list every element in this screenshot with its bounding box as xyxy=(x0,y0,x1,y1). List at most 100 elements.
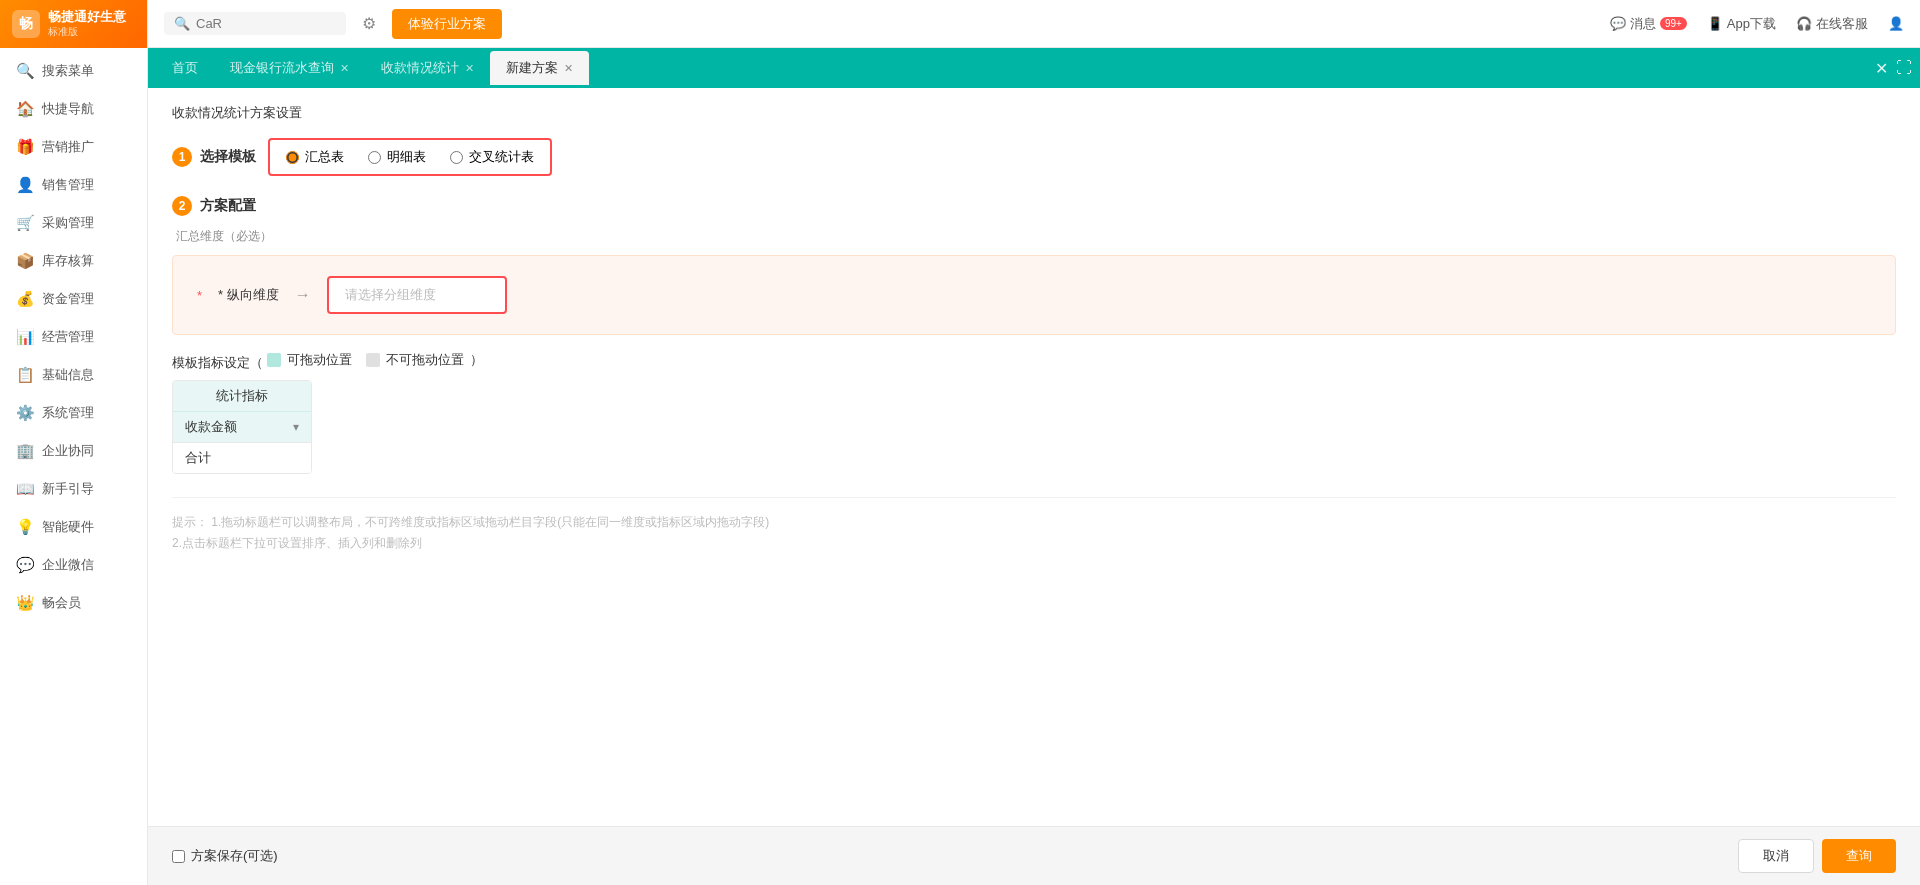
step2-number: 2 xyxy=(172,196,192,216)
template-cross-radio[interactable] xyxy=(450,151,463,164)
dimension-placeholder: 请选择分组维度 xyxy=(345,287,436,302)
dimension-row: * * 纵向维度 → 请选择分组维度 xyxy=(197,276,1871,314)
corp-collab-icon: 🏢 xyxy=(16,442,34,460)
sidebar-item-corp-collab[interactable]: 🏢 企业协同 xyxy=(0,432,147,470)
template-detail-label: 明细表 xyxy=(387,148,426,166)
basic-info-label: 基础信息 xyxy=(42,366,94,384)
user-icon: 👤 xyxy=(1888,16,1904,31)
tip-1: 提示： 1.拖动标题栏可以调整布局，不可跨维度或指标区域拖动栏目字段(只能在同一… xyxy=(172,514,1896,531)
user-avatar[interactable]: 👤 xyxy=(1888,16,1904,31)
settings-icon[interactable]: ⚙ xyxy=(362,14,376,33)
tab-bank-flow-label: 现金银行流水查询 xyxy=(230,59,334,77)
search-menu-icon: 🔍 xyxy=(16,62,34,80)
template-summary-radio[interactable] xyxy=(286,151,299,164)
step2-title: 方案配置 xyxy=(200,197,256,215)
sidebar-item-member[interactable]: 👑 畅会员 xyxy=(0,584,147,622)
expand-window-icon[interactable]: ⛶ xyxy=(1896,59,1912,78)
tab-payment-stats-label: 收款情况统计 xyxy=(381,59,459,77)
quick-nav-label: 快捷导航 xyxy=(42,100,94,118)
tab-home-label: 首页 xyxy=(172,59,198,77)
search-input[interactable] xyxy=(196,16,336,31)
marketing-label: 营销推广 xyxy=(42,138,94,156)
sidebar-item-inventory[interactable]: 📦 库存核算 xyxy=(0,242,147,280)
cancel-button[interactable]: 取消 xyxy=(1738,839,1814,873)
dimension-selector[interactable]: 请选择分组维度 xyxy=(327,276,507,314)
capital-icon: 💰 xyxy=(16,290,34,308)
tab-new-plan[interactable]: 新建方案 ✕ xyxy=(490,51,589,85)
tab-new-plan-label: 新建方案 xyxy=(506,59,558,77)
step2-header: 2 方案配置 xyxy=(172,196,1896,216)
search-menu-label: 搜索菜单 xyxy=(42,62,94,80)
sidebar-item-purchase[interactable]: 🛒 采购管理 xyxy=(0,204,147,242)
corp-collab-label: 企业协同 xyxy=(42,442,94,460)
sidebar-item-smart-hardware[interactable]: 💡 智能硬件 xyxy=(0,508,147,546)
tab-home[interactable]: 首页 xyxy=(156,51,214,85)
topbar-right: 💬 消息 99+ 📱 App下载 🎧 在线客服 👤 xyxy=(1610,15,1904,33)
purchase-icon: 🛒 xyxy=(16,214,34,232)
sidebar-item-operation[interactable]: 📊 经营管理 xyxy=(0,318,147,356)
indicator-table-header: 统计指标 xyxy=(173,381,311,412)
inventory-icon: 📦 xyxy=(16,252,34,270)
newbie-label: 新手引导 xyxy=(42,480,94,498)
logo-badge: 标准版 xyxy=(48,25,126,39)
tab-payment-stats[interactable]: 收款情况统计 ✕ xyxy=(365,51,490,85)
step1-title: 选择模板 xyxy=(200,148,256,166)
save-plan-check-input[interactable] xyxy=(172,850,185,863)
template-detail-radio[interactable] xyxy=(368,151,381,164)
required-marker: * xyxy=(197,288,202,303)
sidebar-item-quick-nav[interactable]: 🏠 快捷导航 xyxy=(0,90,147,128)
tab-bank-flow-close[interactable]: ✕ xyxy=(340,62,349,75)
template-summary-label: 汇总表 xyxy=(305,148,344,166)
tab-bank-flow[interactable]: 现金银行流水查询 ✕ xyxy=(214,51,365,85)
template-cross[interactable]: 交叉统计表 xyxy=(450,148,534,166)
template-detail[interactable]: 明细表 xyxy=(368,148,426,166)
indicator-table: 统计指标 收款金额 ▾ 合计 xyxy=(172,380,312,474)
close-window-icon[interactable]: ✕ xyxy=(1875,59,1888,78)
smart-hardware-label: 智能硬件 xyxy=(42,518,94,536)
main-area: 🔍 ⚙ 体验行业方案 💬 消息 99+ 📱 App下载 🎧 在线客服 👤 xyxy=(148,0,1920,885)
dimension-config: 汇总维度（必选） * * 纵向维度 → 请选择分组维度 xyxy=(172,228,1896,335)
fixed-indicator xyxy=(366,353,380,367)
marketing-icon: 🎁 xyxy=(16,138,34,156)
sidebar-item-corp-wechat[interactable]: 💬 企业微信 xyxy=(0,546,147,584)
sidebar-logo: 畅 畅捷通好生意 标准版 xyxy=(0,0,147,48)
sidebar-item-search-menu[interactable]: 🔍 搜索菜单 xyxy=(0,52,147,90)
sidebar-item-marketing[interactable]: 🎁 营销推广 xyxy=(0,128,147,166)
online-support-button[interactable]: 🎧 在线客服 xyxy=(1796,15,1868,33)
save-plan-checkbox[interactable]: 方案保存(可选) xyxy=(172,847,278,865)
tabbar: 首页 现金银行流水查询 ✕ 收款情况统计 ✕ 新建方案 ✕ ✕ ⛶ xyxy=(148,48,1920,88)
sidebar-item-sales[interactable]: 👤 销售管理 xyxy=(0,166,147,204)
smart-hardware-icon: 💡 xyxy=(16,518,34,536)
purchase-label: 采购管理 xyxy=(42,214,94,232)
tips-section: 提示： 1.拖动标题栏可以调整布局，不可跨维度或指标区域拖动栏目字段(只能在同一… xyxy=(172,497,1896,552)
topbar-search-box[interactable]: 🔍 xyxy=(164,12,346,35)
page-title: 收款情况统计方案设置 xyxy=(172,104,1896,122)
member-label: 畅会员 xyxy=(42,594,81,612)
app-download-button[interactable]: 📱 App下载 xyxy=(1707,15,1776,33)
indicator-amount-row[interactable]: 收款金额 ▾ xyxy=(173,412,311,442)
logo-name: 畅捷通好生意 xyxy=(48,9,126,25)
message-button[interactable]: 💬 消息 99+ xyxy=(1610,15,1687,33)
sidebar-item-basic-info[interactable]: 📋 基础信息 xyxy=(0,356,147,394)
sidebar-item-system[interactable]: ⚙️ 系统管理 xyxy=(0,394,147,432)
query-button[interactable]: 查询 xyxy=(1822,839,1896,873)
sidebar-item-capital[interactable]: 💰 资金管理 xyxy=(0,280,147,318)
indicator-dropdown-icon[interactable]: ▾ xyxy=(293,420,299,434)
indicator-subtotal: 合计 xyxy=(173,442,311,473)
sidebar-nav: 🔍 搜索菜单 🏠 快捷导航 🎁 营销推广 👤 销售管理 🛒 采购管理 📦 库存核… xyxy=(0,48,147,885)
support-icon: 🎧 xyxy=(1796,16,1812,31)
capital-label: 资金管理 xyxy=(42,290,94,308)
tab-payment-stats-close[interactable]: ✕ xyxy=(465,62,474,75)
basic-info-icon: 📋 xyxy=(16,366,34,384)
app-icon: 📱 xyxy=(1707,16,1723,31)
step1-number: 1 xyxy=(172,147,192,167)
system-icon: ⚙️ xyxy=(16,404,34,422)
footer-actions: 取消 查询 xyxy=(1738,839,1896,873)
trial-industry-button[interactable]: 体验行业方案 xyxy=(392,9,502,39)
tip-2: 2.点击标题栏下拉可设置排序、插入列和删除列 xyxy=(172,535,1896,552)
sidebar-item-newbie[interactable]: 📖 新手引导 xyxy=(0,470,147,508)
message-badge: 99+ xyxy=(1660,17,1687,30)
tab-new-plan-close[interactable]: ✕ xyxy=(564,62,573,75)
logo-icon: 畅 xyxy=(12,10,40,38)
template-summary[interactable]: 汇总表 xyxy=(286,148,344,166)
